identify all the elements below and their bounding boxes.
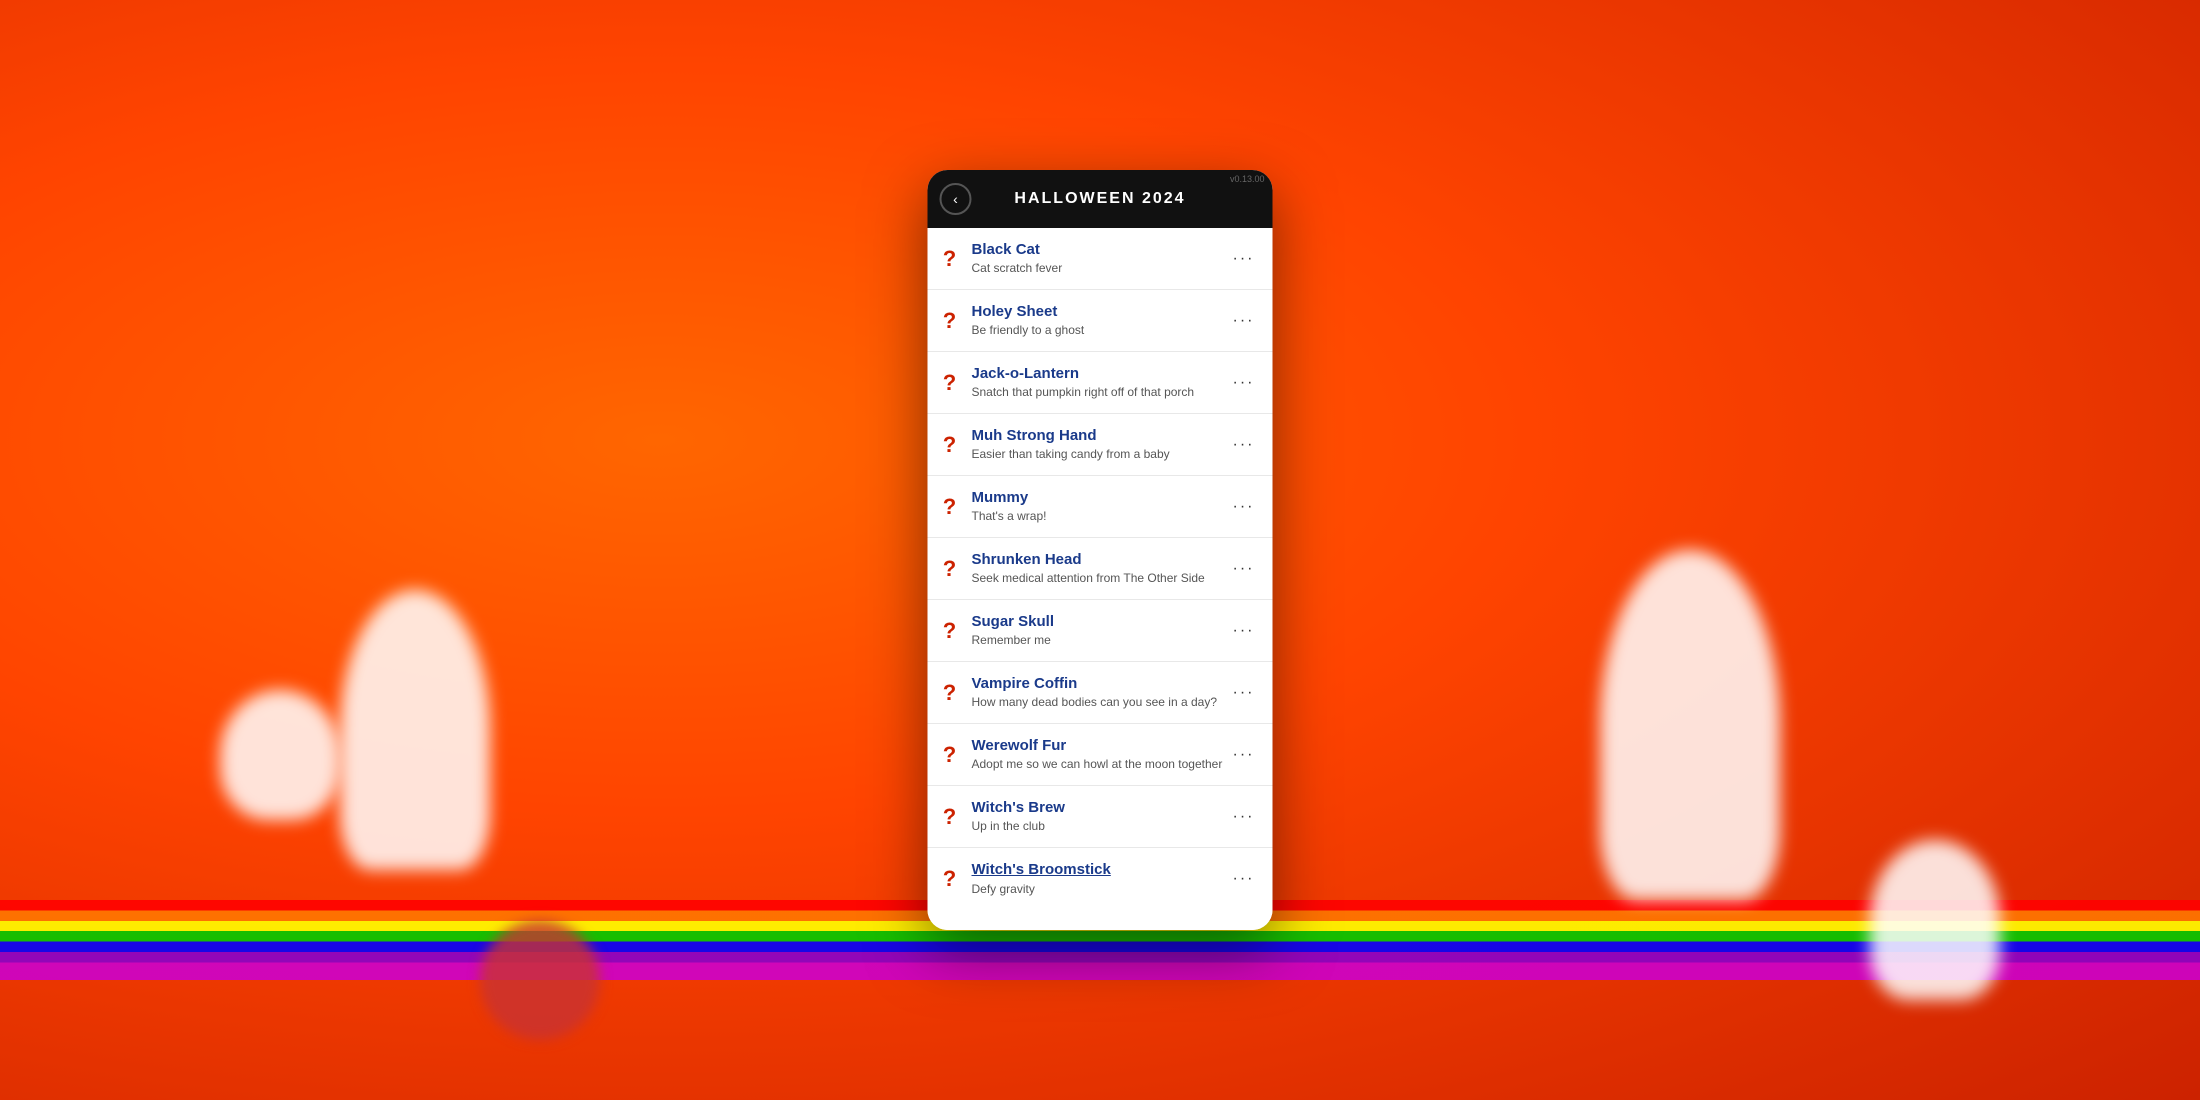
back-button[interactable]: ‹ (940, 183, 972, 215)
more-options-button[interactable]: ··· (1227, 308, 1261, 334)
question-mark-icon: ? (940, 370, 960, 396)
more-options-button[interactable]: ··· (1227, 804, 1261, 830)
item-title: Muh Strong Hand (972, 426, 1227, 446)
question-mark-icon: ? (940, 432, 960, 458)
list-item[interactable]: ? Witch's Broomstick Defy gravity··· (928, 848, 1273, 910)
more-options-button[interactable]: ··· (1227, 556, 1261, 582)
more-options-button[interactable]: ··· (1227, 246, 1261, 272)
question-mark-icon: ? (940, 246, 960, 272)
question-mark-icon: ? (940, 556, 960, 582)
list-item[interactable]: ? Witch's BrewUp in the club··· (928, 786, 1273, 848)
phone-container: ‹ HALLOWEEN 2024 v0.13.00 ? Black CatCat … (928, 170, 1273, 930)
item-subtitle: Adopt me so we can howl at the moon toge… (972, 757, 1227, 773)
item-text: Jack-o-LanternSnatch that pumpkin right … (972, 364, 1227, 401)
item-subtitle: Be friendly to a ghost (972, 323, 1227, 339)
item-title: Vampire Coffin (972, 674, 1227, 694)
item-text: Witch's Broomstick Defy gravity (972, 860, 1227, 897)
item-subtitle: That's a wrap! (972, 509, 1227, 525)
item-text: Vampire CoffinHow many dead bodies can y… (972, 674, 1227, 711)
more-options-button[interactable]: ··· (1227, 494, 1261, 520)
item-text: Werewolf FurAdopt me so we can howl at t… (972, 736, 1227, 773)
item-text: Holey SheetBe friendly to a ghost (972, 302, 1227, 339)
ghost-figure-1 (220, 690, 340, 820)
item-subtitle: Remember me (972, 633, 1227, 649)
question-mark-icon: ? (940, 804, 960, 830)
more-options-button[interactable]: ··· (1227, 742, 1261, 768)
more-options-button[interactable]: ··· (1227, 618, 1261, 644)
question-mark-icon: ? (940, 742, 960, 768)
item-title: Witch's Brew (972, 798, 1227, 818)
ghost-figure-3 (1600, 550, 1780, 900)
item-text: Sugar SkullRemember me (972, 612, 1227, 649)
back-icon: ‹ (953, 191, 958, 207)
list-item[interactable]: ? Vampire CoffinHow many dead bodies can … (928, 662, 1273, 724)
item-title: Witch's Broomstick (972, 860, 1227, 880)
item-subtitle: Easier than taking candy from a baby (972, 447, 1227, 463)
item-subtitle: Up in the club (972, 819, 1227, 835)
status-bar: v0.13.00 (1230, 174, 1265, 184)
item-subtitle: Cat scratch fever (972, 261, 1227, 277)
question-mark-icon: ? (940, 680, 960, 706)
item-title: Holey Sheet (972, 302, 1227, 322)
list-item[interactable]: ? Sugar SkullRemember me··· (928, 600, 1273, 662)
item-title: Jack-o-Lantern (972, 364, 1227, 384)
list-item[interactable]: ? Werewolf FurAdopt me so we can howl at … (928, 724, 1273, 786)
item-text: Witch's BrewUp in the club (972, 798, 1227, 835)
question-mark-icon: ? (940, 866, 960, 892)
list-item[interactable]: ? Holey SheetBe friendly to a ghost··· (928, 290, 1273, 352)
item-subtitle: How many dead bodies can you see in a da… (972, 695, 1227, 711)
question-mark-icon: ? (940, 494, 960, 520)
list-item[interactable]: ? Black CatCat scratch fever··· (928, 228, 1273, 290)
header-title: HALLOWEEN 2024 (1014, 190, 1185, 208)
clock-icon (480, 920, 600, 1040)
phone-header: ‹ HALLOWEEN 2024 v0.13.00 (928, 170, 1273, 228)
more-options-button[interactable]: ··· (1227, 680, 1261, 706)
item-title: Shrunken Head (972, 550, 1227, 570)
item-title: Black Cat (972, 240, 1227, 260)
more-options-button[interactable]: ··· (1227, 432, 1261, 458)
item-title: Sugar Skull (972, 612, 1227, 632)
item-text: Black CatCat scratch fever (972, 240, 1227, 277)
item-text: MummyThat's a wrap! (972, 488, 1227, 525)
question-mark-icon: ? (940, 308, 960, 334)
list-item[interactable]: ? Jack-o-LanternSnatch that pumpkin right… (928, 352, 1273, 414)
more-options-button[interactable]: ··· (1227, 866, 1261, 892)
more-options-button[interactable]: ··· (1227, 370, 1261, 396)
item-subtitle: Seek medical attention from The Other Si… (972, 571, 1227, 587)
item-subtitle: Defy gravity (972, 882, 1227, 898)
question-mark-icon: ? (940, 618, 960, 644)
list-container[interactable]: ?Black CatCat scratch fever···?Holey She… (928, 228, 1273, 930)
ghost-figure-4 (1870, 840, 2000, 1000)
item-subtitle: Snatch that pumpkin right off of that po… (972, 385, 1227, 401)
item-title: Werewolf Fur (972, 736, 1227, 756)
ghost-figure-2 (340, 590, 490, 870)
list-item[interactable]: ? Muh Strong HandEasier than taking candy… (928, 414, 1273, 476)
item-text: Shrunken HeadSeek medical attention from… (972, 550, 1227, 587)
list-item[interactable]: ? MummyThat's a wrap!··· (928, 476, 1273, 538)
list-item[interactable]: ? Shrunken HeadSeek medical attention fro… (928, 538, 1273, 600)
item-text: Muh Strong HandEasier than taking candy … (972, 426, 1227, 463)
item-title: Mummy (972, 488, 1227, 508)
